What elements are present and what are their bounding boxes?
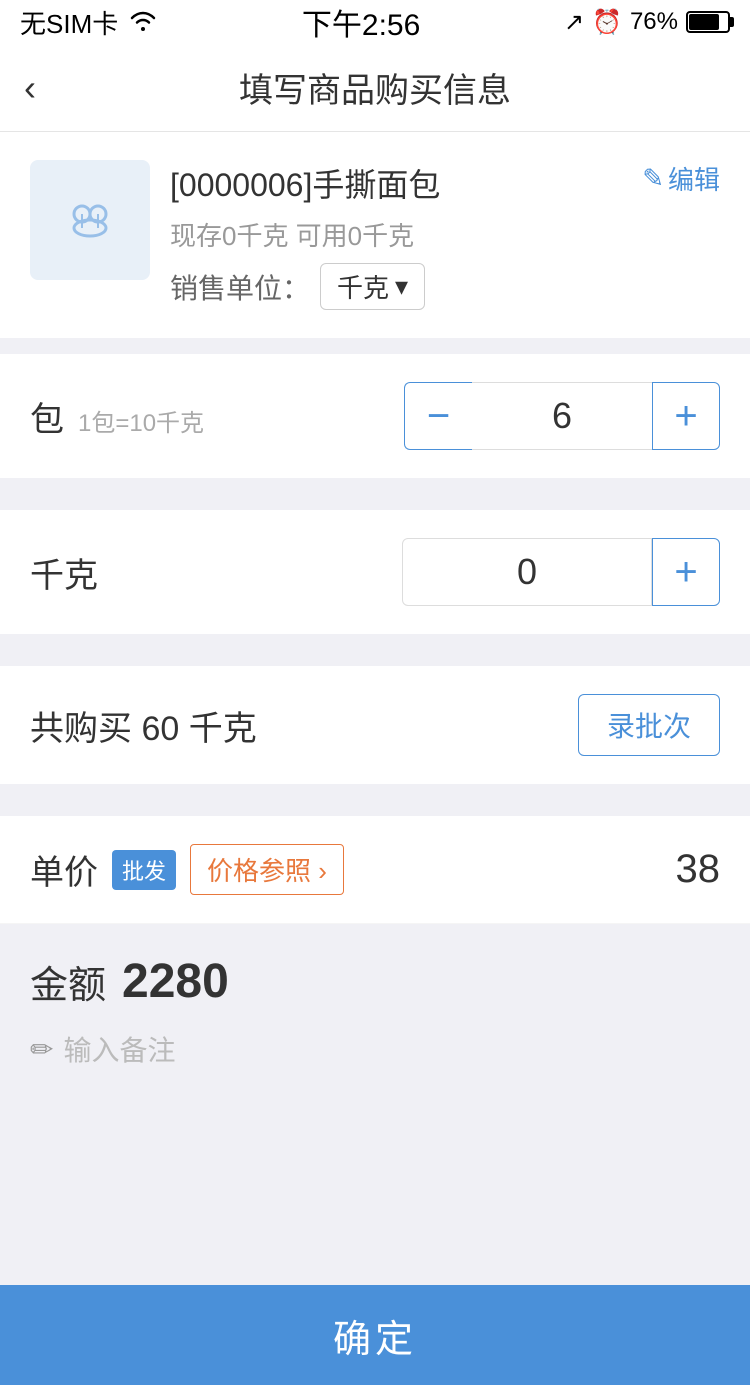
unit-select[interactable]: 千克 ▾	[320, 263, 425, 310]
price-row: 单价 批发 价格参照 › 38	[0, 816, 750, 924]
bao-row: 包 1包=10千克 − +	[0, 354, 750, 478]
unit-label: 销售单位：	[170, 267, 310, 307]
kg-row: 千克 +	[0, 510, 750, 634]
bao-plus-button[interactable]: +	[652, 382, 720, 450]
bao-section: 包 1包=10千克 − +	[0, 354, 750, 478]
product-name: [0000006]手撕面包	[170, 160, 642, 206]
nav-bar: ‹ 填写商品购买信息	[0, 44, 750, 132]
amount-row: 金额 2280	[30, 954, 720, 1009]
amount-value: 2280	[122, 954, 229, 1009]
status-time: 下午2:56	[302, 0, 420, 44]
page-title: 填写商品购买信息	[239, 63, 511, 112]
edit-button[interactable]: ✎ 编辑	[642, 160, 720, 197]
kg-section: 千克 +	[0, 510, 750, 634]
product-unit-row: 销售单位： 千克 ▾	[170, 263, 720, 310]
bao-label: 包 1包=10千克	[30, 392, 204, 441]
edit-icon: ✎	[642, 163, 664, 194]
amount-label: 金额	[30, 954, 106, 1009]
product-card: [0000006]手撕面包 ✎ 编辑 现存0千克 可用0千克 销售单位： 千克 …	[0, 132, 750, 338]
remark-placeholder: 输入备注	[63, 1029, 175, 1069]
kg-label: 千克	[30, 548, 98, 597]
bao-minus-button[interactable]: −	[404, 382, 472, 450]
wifi-icon	[128, 7, 158, 38]
bao-qty-control: − +	[404, 382, 720, 450]
kg-input[interactable]	[402, 538, 652, 606]
wholesale-badge: 批发	[112, 850, 176, 890]
chevron-down-icon: ▾	[395, 271, 408, 302]
product-thumbnail	[30, 160, 150, 280]
battery-icon	[686, 11, 730, 33]
product-info: [0000006]手撕面包 ✎ 编辑 现存0千克 可用0千克 销售单位： 千克 …	[170, 160, 720, 310]
status-left: 无SIM卡	[20, 4, 158, 41]
price-section: 单价 批发 价格参照 › 38	[0, 816, 750, 924]
price-reference-button[interactable]: 价格参照 ›	[190, 844, 344, 895]
price-label: 单价	[30, 845, 98, 894]
status-right: ↗ ⏰ 76%	[564, 8, 730, 37]
location-icon: ↗	[564, 8, 584, 37]
spacer	[0, 1085, 750, 1285]
kg-qty-control: +	[402, 538, 720, 606]
price-label-group: 单价 批发 价格参照 ›	[30, 844, 344, 895]
total-label: 共购买 60 千克	[30, 701, 257, 750]
back-button[interactable]: ‹	[24, 67, 36, 109]
carrier-text: 无SIM卡	[20, 4, 118, 41]
total-row: 共购买 60 千克 录批次	[0, 666, 750, 784]
amount-section: 金额 2280 ✏ 输入备注	[0, 924, 750, 1085]
pencil-icon: ✏	[30, 1033, 53, 1066]
battery-percent: 76%	[630, 8, 678, 36]
kg-plus-button[interactable]: +	[652, 538, 720, 606]
status-bar: 无SIM卡 下午2:56 ↗ ⏰ 76%	[0, 0, 750, 44]
remark-row[interactable]: ✏ 输入备注	[30, 1029, 720, 1069]
bao-input[interactable]	[472, 382, 652, 450]
product-stock: 现存0千克 可用0千克	[170, 216, 720, 253]
alarm-icon: ⏰	[592, 8, 622, 37]
confirm-button[interactable]: 确定	[0, 1285, 750, 1385]
price-value: 38	[676, 847, 721, 892]
batch-button[interactable]: 录批次	[578, 694, 720, 756]
